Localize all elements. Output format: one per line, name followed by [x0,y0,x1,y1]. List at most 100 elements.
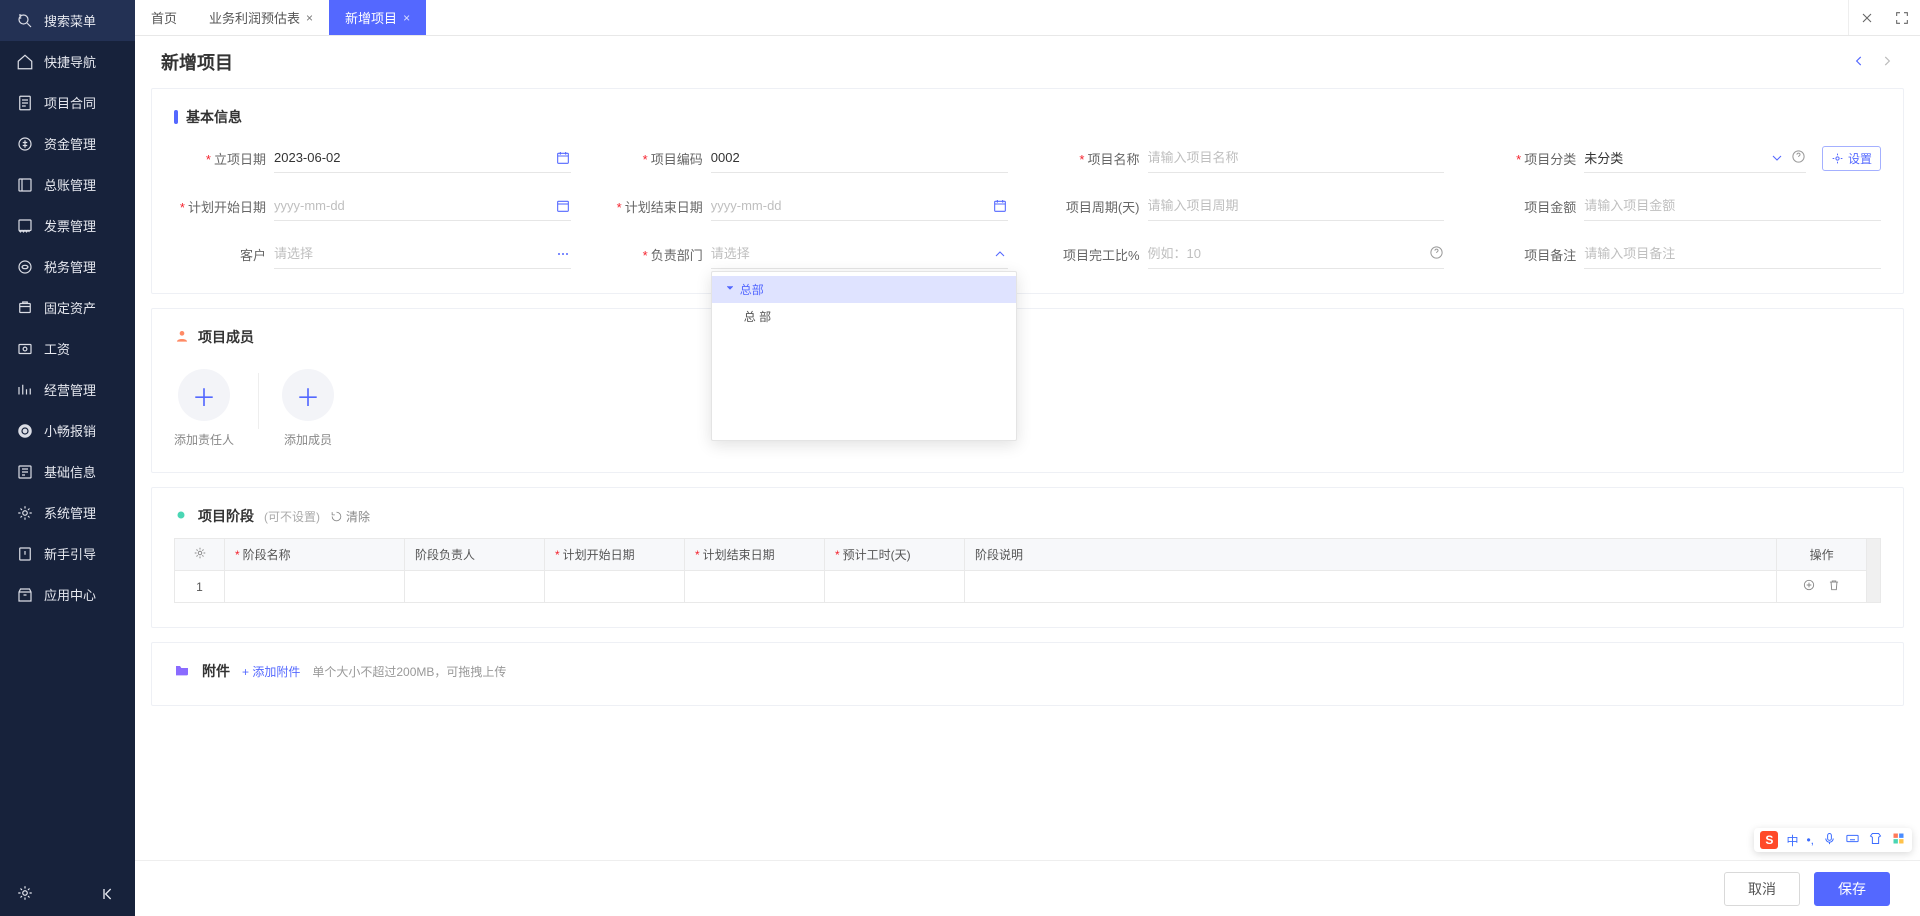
next-icon[interactable] [1880,52,1894,73]
field-cycle: 项目周期(天) [1048,191,1445,221]
dropdown-item[interactable]: 总 部 [712,303,1016,330]
sidebar-item-baseinfo[interactable]: 基础信息 [0,451,135,492]
table-row[interactable]: 1 [175,571,1867,603]
stages-clear-button[interactable]: 清除 [330,508,370,525]
plan-start-input[interactable] [274,198,555,213]
sogou-icon[interactable]: S [1760,831,1778,849]
amount-input[interactable] [1584,198,1881,213]
customer-input[interactable] [274,246,555,261]
prev-icon[interactable] [1852,52,1866,73]
sidebar-item-invoice[interactable]: 发票管理 [0,205,135,246]
cancel-button[interactable]: 取消 [1724,872,1800,906]
field-amount: 项目金额 [1484,191,1881,221]
cell-stage-name[interactable] [225,571,405,603]
chevron-down-icon[interactable] [1769,150,1785,166]
sidebar-item-label: 税务管理 [44,257,96,276]
completion-input[interactable] [1148,246,1424,261]
gear-icon[interactable] [16,884,34,905]
table-scrollbar[interactable] [1867,538,1881,603]
help-icon[interactable] [1429,245,1444,263]
ime-grid-icon[interactable] [1891,831,1906,849]
sidebar-item-tax[interactable]: 税务管理 [0,246,135,287]
home-icon [16,53,34,71]
add-owner-col: ＋ 添加责任人 [174,369,234,448]
attachment-hint: 单个大小不超过200MB，可拖拽上传 [312,663,506,680]
section-title-members: 项目成员 [174,327,1881,347]
add-attachment-button[interactable]: + 添加附件 [242,663,300,680]
sidebar-item-sysmgr[interactable]: 系统管理 [0,492,135,533]
sidebar-item-ledger[interactable]: 总账管理 [0,164,135,205]
base-icon [16,463,34,481]
cell-stage-end[interactable] [685,571,825,603]
sidebar-item-biz[interactable]: 经营管理 [0,369,135,410]
sidebar-item-salary[interactable]: 工资 [0,328,135,369]
dept-dropdown[interactable]: 总部 总 部 [711,271,1017,441]
collapse-icon[interactable] [99,884,119,904]
ellipsis-icon[interactable] [555,246,571,262]
close-icon[interactable]: × [403,11,410,25]
tab-profit[interactable]: 业务利润预估表 × [193,0,329,35]
sidebar-item-guide[interactable]: 新手引导 [0,533,135,574]
proj-date-input[interactable] [274,150,555,165]
tab-label: 新增项目 [345,8,397,27]
close-all-icon[interactable] [1848,0,1884,35]
proj-code-input[interactable] [711,150,1008,165]
chevron-up-icon[interactable] [992,246,1008,262]
add-owner-button[interactable]: ＋ [178,369,230,421]
sidebar-item-asset[interactable]: 固定资产 [0,287,135,328]
calendar-icon[interactable] [992,198,1008,214]
help-icon[interactable] [1791,149,1806,167]
sidebar-item-fund[interactable]: 资金管理 [0,123,135,164]
plan-end-input[interactable] [711,198,992,213]
remark-input[interactable] [1584,246,1881,261]
calendar-icon[interactable] [555,198,571,214]
proj-cat-input[interactable] [1584,150,1769,165]
section-title-attach: 附件 + 添加附件 单个大小不超过200MB，可拖拽上传 [174,661,1881,681]
sidebar-item-label: 经营管理 [44,380,96,399]
close-icon[interactable]: × [306,11,313,25]
fullscreen-icon[interactable] [1884,0,1920,35]
settings-button[interactable]: 设置 [1822,146,1881,171]
sidebar-item-appstore[interactable]: 应用中心 [0,574,135,615]
cycle-input[interactable] [1148,198,1445,213]
sidebar-item-label: 资金管理 [44,134,96,153]
ime-mic-icon[interactable] [1822,831,1837,849]
dept-input[interactable] [711,246,992,261]
section-title-label: 附件 [202,661,230,681]
add-member-button[interactable]: ＋ [282,369,334,421]
cell-stage-desc[interactable] [965,571,1777,603]
col-stage-end: *计划结束日期 [685,539,825,571]
dropdown-item[interactable]: 总部 [712,276,1016,303]
ime-toolbar[interactable]: S 中 •, [1754,828,1912,852]
members-card: 项目成员 ＋ 添加责任人 ＋ 添加成员 [151,308,1904,473]
row-actions [1777,571,1867,603]
sidebar-item-quicknav[interactable]: 快捷导航 [0,41,135,82]
sidebar-item-reimburse[interactable]: 小畅报销 [0,410,135,451]
delete-row-icon[interactable] [1823,581,1845,595]
sidebar-item-contract[interactable]: 项目合同 [0,82,135,123]
tab-newproject[interactable]: 新增项目 × [329,0,426,35]
ime-keyboard-icon[interactable] [1845,831,1860,849]
save-button[interactable]: 保存 [1814,872,1890,906]
col-stage-hours: *预计工时(天) [825,539,965,571]
sidebar-menu: 搜索菜单 快捷导航 项目合同 资金管理 总账管理 发票管理 税务管理 固定资产 [0,0,135,872]
sidebar-item-search[interactable]: 搜索菜单 [0,0,135,41]
sidebar-item-label: 系统管理 [44,503,96,522]
col-gear[interactable] [175,539,225,571]
add-row-icon[interactable] [1798,581,1820,595]
tab-home[interactable]: 首页 [135,0,193,35]
cell-stage-hours[interactable] [825,571,965,603]
book-icon [16,176,34,194]
ime-lang[interactable]: 中 [1786,832,1798,849]
footer-actions: 取消 保存 [135,860,1920,916]
ime-skin-icon[interactable] [1868,831,1883,849]
calendar-icon[interactable] [555,150,571,166]
col-op: 操作 [1777,539,1867,571]
cell-stage-start[interactable] [545,571,685,603]
cell-stage-owner[interactable] [405,571,545,603]
proj-name-input[interactable] [1148,150,1445,165]
page-header: 新增项目 [135,36,1920,88]
stages-card: 项目阶段 (可不设置) 清除 *阶段名称 阶段负责人 *计划开始 [151,487,1904,628]
ime-punct-icon[interactable]: •, [1806,833,1814,847]
field-dept: *负责部门 总部 总 部 [611,239,1008,269]
